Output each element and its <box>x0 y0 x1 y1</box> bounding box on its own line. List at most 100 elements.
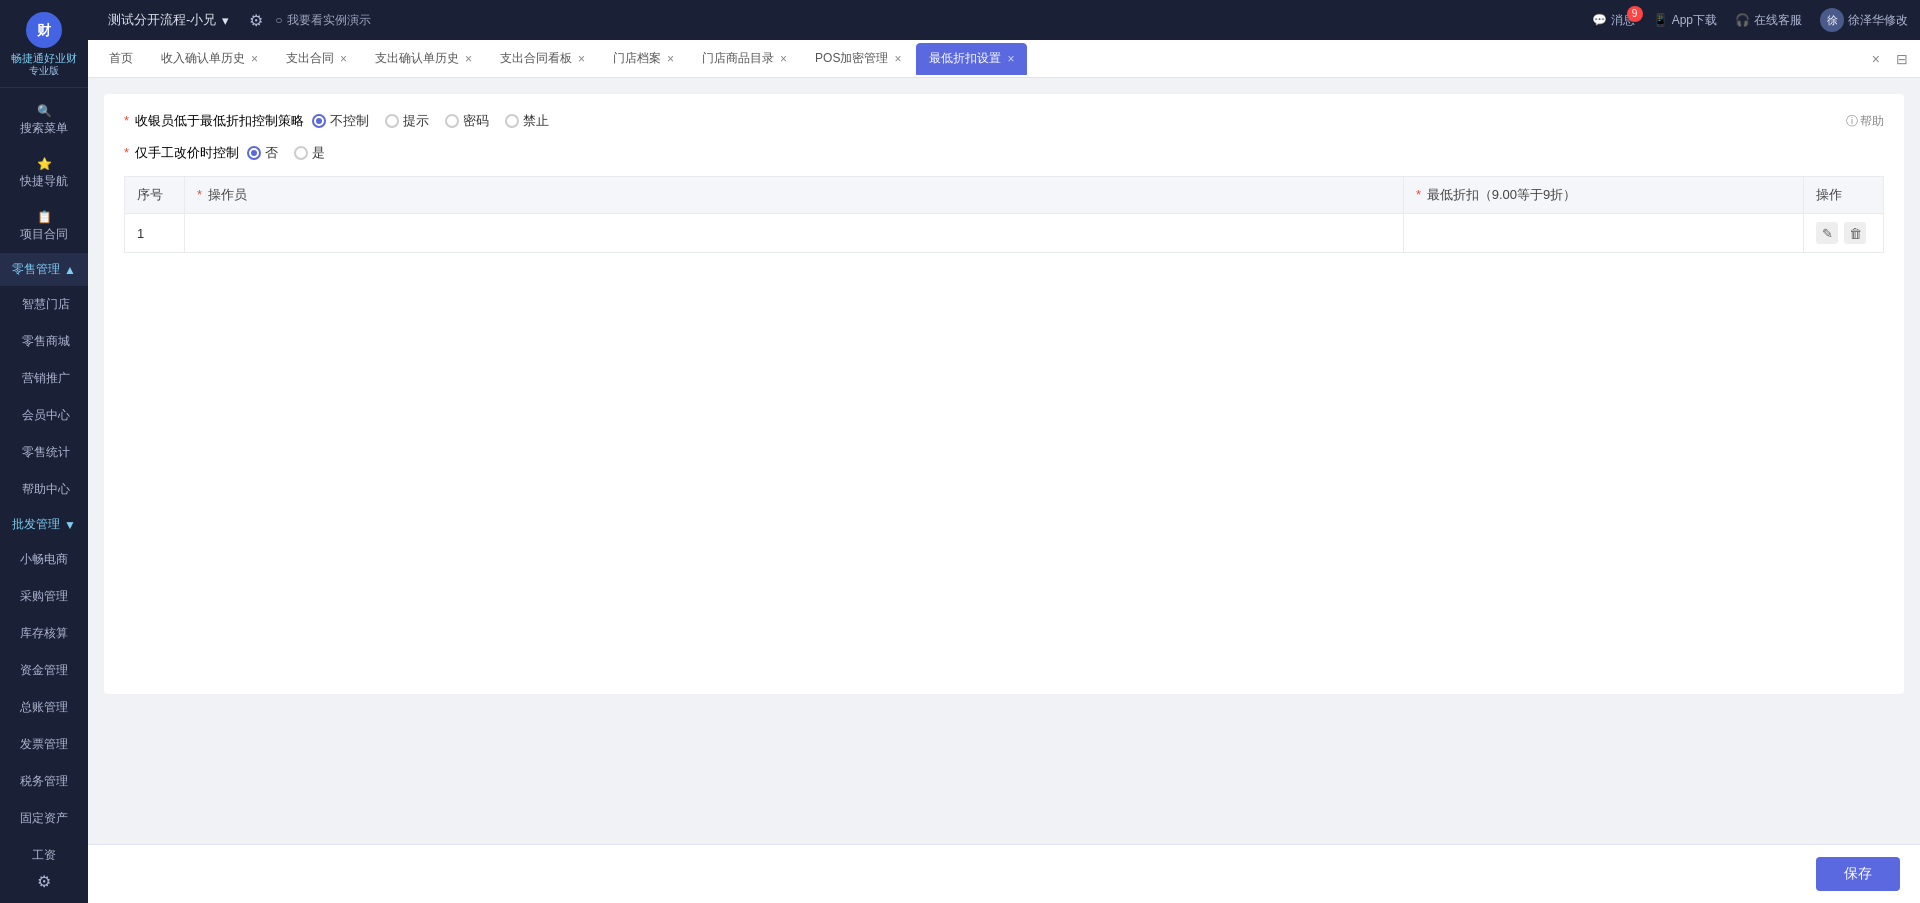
tab-expense-board[interactable]: 支出合同看板 × <box>487 43 598 75</box>
save-button[interactable]: 保存 <box>1816 857 1900 891</box>
tab-bar: 首页 收入确认单历史 × 支出合同 × 支出确认单历史 × 支出合同看板 × 门… <box>88 40 1920 78</box>
sidebar-item-ecommerce[interactable]: 小畅电商 <box>0 541 88 578</box>
radio-no[interactable]: 否 <box>247 144 278 162</box>
star-icon: ⭐ <box>37 157 52 171</box>
td-operator[interactable] <box>185 214 1404 253</box>
tab-store-catalog[interactable]: 门店商品目录 × <box>689 43 800 75</box>
th-operator: * 操作员 <box>185 177 1404 214</box>
required-mark-strategy: * <box>124 113 129 128</box>
discount-table: 序号 * 操作员 * 最低折扣（9.00等于9折） 操作 <box>124 176 1884 253</box>
tab-expense-contract[interactable]: 支出合同 × <box>273 43 360 75</box>
sidebar-item-retail[interactable]: 零售管理 ▲ <box>0 253 88 286</box>
app-logo-icon: 财 <box>24 10 64 50</box>
svg-text:财: 财 <box>36 22 52 38</box>
tab-min-discount[interactable]: 最低折扣设置 × <box>916 43 1027 75</box>
sidebar-item-ledger[interactable]: 总账管理 <box>0 689 88 726</box>
main-area: 测试分开流程-小兄 ▾ ⚙ ○ 我要看实例演示 💬 消息 9 📱 App下载 🎧… <box>88 0 1920 903</box>
manual-price-label: * 仅手工改价时控制 <box>124 144 239 162</box>
sidebar-item-wholesale[interactable]: 批发管理 ▼ <box>0 508 88 541</box>
radio-remind[interactable]: 提示 <box>385 112 429 130</box>
radio-no-circle[interactable] <box>247 146 261 160</box>
project-name: 测试分开流程-小兄 <box>108 11 216 29</box>
discount-input[interactable] <box>1416 226 1791 241</box>
tab-close-store-catalog[interactable]: × <box>780 52 787 66</box>
radio-yes-circle[interactable] <box>294 146 308 160</box>
settings-gear-icon[interactable]: ⚙ <box>37 872 51 891</box>
tab-close-store-files[interactable]: × <box>667 52 674 66</box>
sidebar-item-marketing[interactable]: 营销推广 <box>0 360 88 397</box>
user-name: 徐泽华修改 <box>1848 12 1908 29</box>
tab-close-all-button[interactable]: × <box>1868 49 1884 69</box>
tab-close-min-discount[interactable]: × <box>1007 52 1014 66</box>
radio-forbid[interactable]: 禁止 <box>505 112 549 130</box>
delete-icon[interactable]: 🗑 <box>1844 222 1866 244</box>
radio-password-circle[interactable] <box>445 114 459 128</box>
tab-close-expense-history[interactable]: × <box>465 52 472 66</box>
radio-forbid-circle[interactable] <box>505 114 519 128</box>
sidebar-item-capital[interactable]: 资金管理 <box>0 652 88 689</box>
tab-home[interactable]: 首页 <box>96 43 146 75</box>
required-mark-manual: * <box>124 145 129 160</box>
app-download-button[interactable]: 📱 App下载 <box>1653 12 1717 29</box>
help-link[interactable]: ⓘ 帮助 <box>1846 113 1884 130</box>
sidebar-item-tax[interactable]: 税务管理 <box>0 763 88 800</box>
tab-store-files[interactable]: 门店档案 × <box>600 43 687 75</box>
demo-circle-icon: ○ <box>275 13 282 27</box>
tab-menu-button[interactable]: ⊟ <box>1892 49 1912 69</box>
page-footer: 保存 <box>88 844 1920 903</box>
radio-yes[interactable]: 是 <box>294 144 325 162</box>
tab-close-expense-contract[interactable]: × <box>340 52 347 66</box>
radio-remind-circle[interactable] <box>385 114 399 128</box>
sidebar-item-member[interactable]: 会员中心 <box>0 397 88 434</box>
operator-input[interactable] <box>197 226 1391 241</box>
tab-expense-history[interactable]: 支出确认单历史 × <box>362 43 485 75</box>
chevron-down-icon-project: ▾ <box>222 13 229 28</box>
sidebar-nav: 🔍 搜索菜单 ⭐ 快捷导航 📋 项目合同 零售管理 ▲ 智慧门店 零售商城 营销… <box>0 88 88 860</box>
search-icon: 🔍 <box>37 104 52 118</box>
th-action: 操作 <box>1804 177 1884 214</box>
radio-no-control[interactable]: 不控制 <box>312 112 369 130</box>
sidebar-item-retail-stats[interactable]: 零售统计 <box>0 434 88 471</box>
chevron-down-icon: ▲ <box>64 263 76 277</box>
manual-price-radio-group: 否 是 <box>247 144 325 162</box>
tab-pos-security[interactable]: POS加密管理 × <box>802 43 914 75</box>
sidebar-item-purchase[interactable]: 采购管理 <box>0 578 88 615</box>
sidebar-item-contract[interactable]: 📋 项目合同 <box>0 200 88 253</box>
radio-password[interactable]: 密码 <box>445 112 489 130</box>
topbar-settings-icon[interactable]: ⚙ <box>249 11 263 30</box>
sidebar-item-help[interactable]: 帮助中心 <box>0 471 88 508</box>
sidebar: 财 畅捷通好业财 专业版 🔍 搜索菜单 ⭐ 快捷导航 📋 项目合同 零售管理 ▲… <box>0 0 88 903</box>
help-icon: ⓘ <box>1846 113 1858 130</box>
message-button[interactable]: 💬 消息 9 <box>1592 12 1635 29</box>
tab-close-pos-security[interactable]: × <box>894 52 901 66</box>
tab-close-expense-board[interactable]: × <box>578 52 585 66</box>
edit-icon[interactable]: ✎ <box>1816 222 1838 244</box>
message-icon: 💬 <box>1592 13 1607 27</box>
sidebar-item-smart-store[interactable]: 智慧门店 <box>0 286 88 323</box>
chevron-down-icon-wholesale: ▼ <box>64 518 76 532</box>
demo-link[interactable]: ○ 我要看实例演示 <box>275 12 370 29</box>
user-profile[interactable]: 徐 徐泽华修改 <box>1820 8 1908 32</box>
page-content: * 收银员低于最低折扣控制策略 不控制 提示 密码 <box>88 78 1920 844</box>
sidebar-item-quicknav[interactable]: ⭐ 快捷导航 <box>0 147 88 200</box>
sidebar-item-fixed-assets[interactable]: 固定资产 <box>0 800 88 837</box>
sidebar-item-payroll[interactable]: 工资 <box>0 837 88 860</box>
td-seq: 1 <box>125 214 185 253</box>
tab-close-income-history[interactable]: × <box>251 52 258 66</box>
project-selector[interactable]: 测试分开流程-小兄 ▾ <box>100 7 237 33</box>
sidebar-item-search[interactable]: 🔍 搜索菜单 <box>0 94 88 147</box>
td-discount[interactable] <box>1404 214 1804 253</box>
th-discount: * 最低折扣（9.00等于9折） <box>1404 177 1804 214</box>
online-service-button[interactable]: 🎧 在线客服 <box>1735 12 1802 29</box>
message-badge: 9 <box>1627 6 1643 22</box>
sidebar-item-invoice[interactable]: 发票管理 <box>0 726 88 763</box>
sidebar-item-retail-mall[interactable]: 零售商城 <box>0 323 88 360</box>
th-seq: 序号 <box>125 177 185 214</box>
sidebar-item-inventory[interactable]: 库存核算 <box>0 615 88 652</box>
top-bar-actions: 💬 消息 9 📱 App下载 🎧 在线客服 徐 徐泽华修改 <box>1592 8 1908 32</box>
tab-income-history[interactable]: 收入确认单历史 × <box>148 43 271 75</box>
download-icon: 📱 <box>1653 13 1668 27</box>
contract-icon: 📋 <box>37 210 52 224</box>
control-strategy-radio-group: 不控制 提示 密码 禁止 <box>312 112 549 130</box>
radio-no-control-circle[interactable] <box>312 114 326 128</box>
